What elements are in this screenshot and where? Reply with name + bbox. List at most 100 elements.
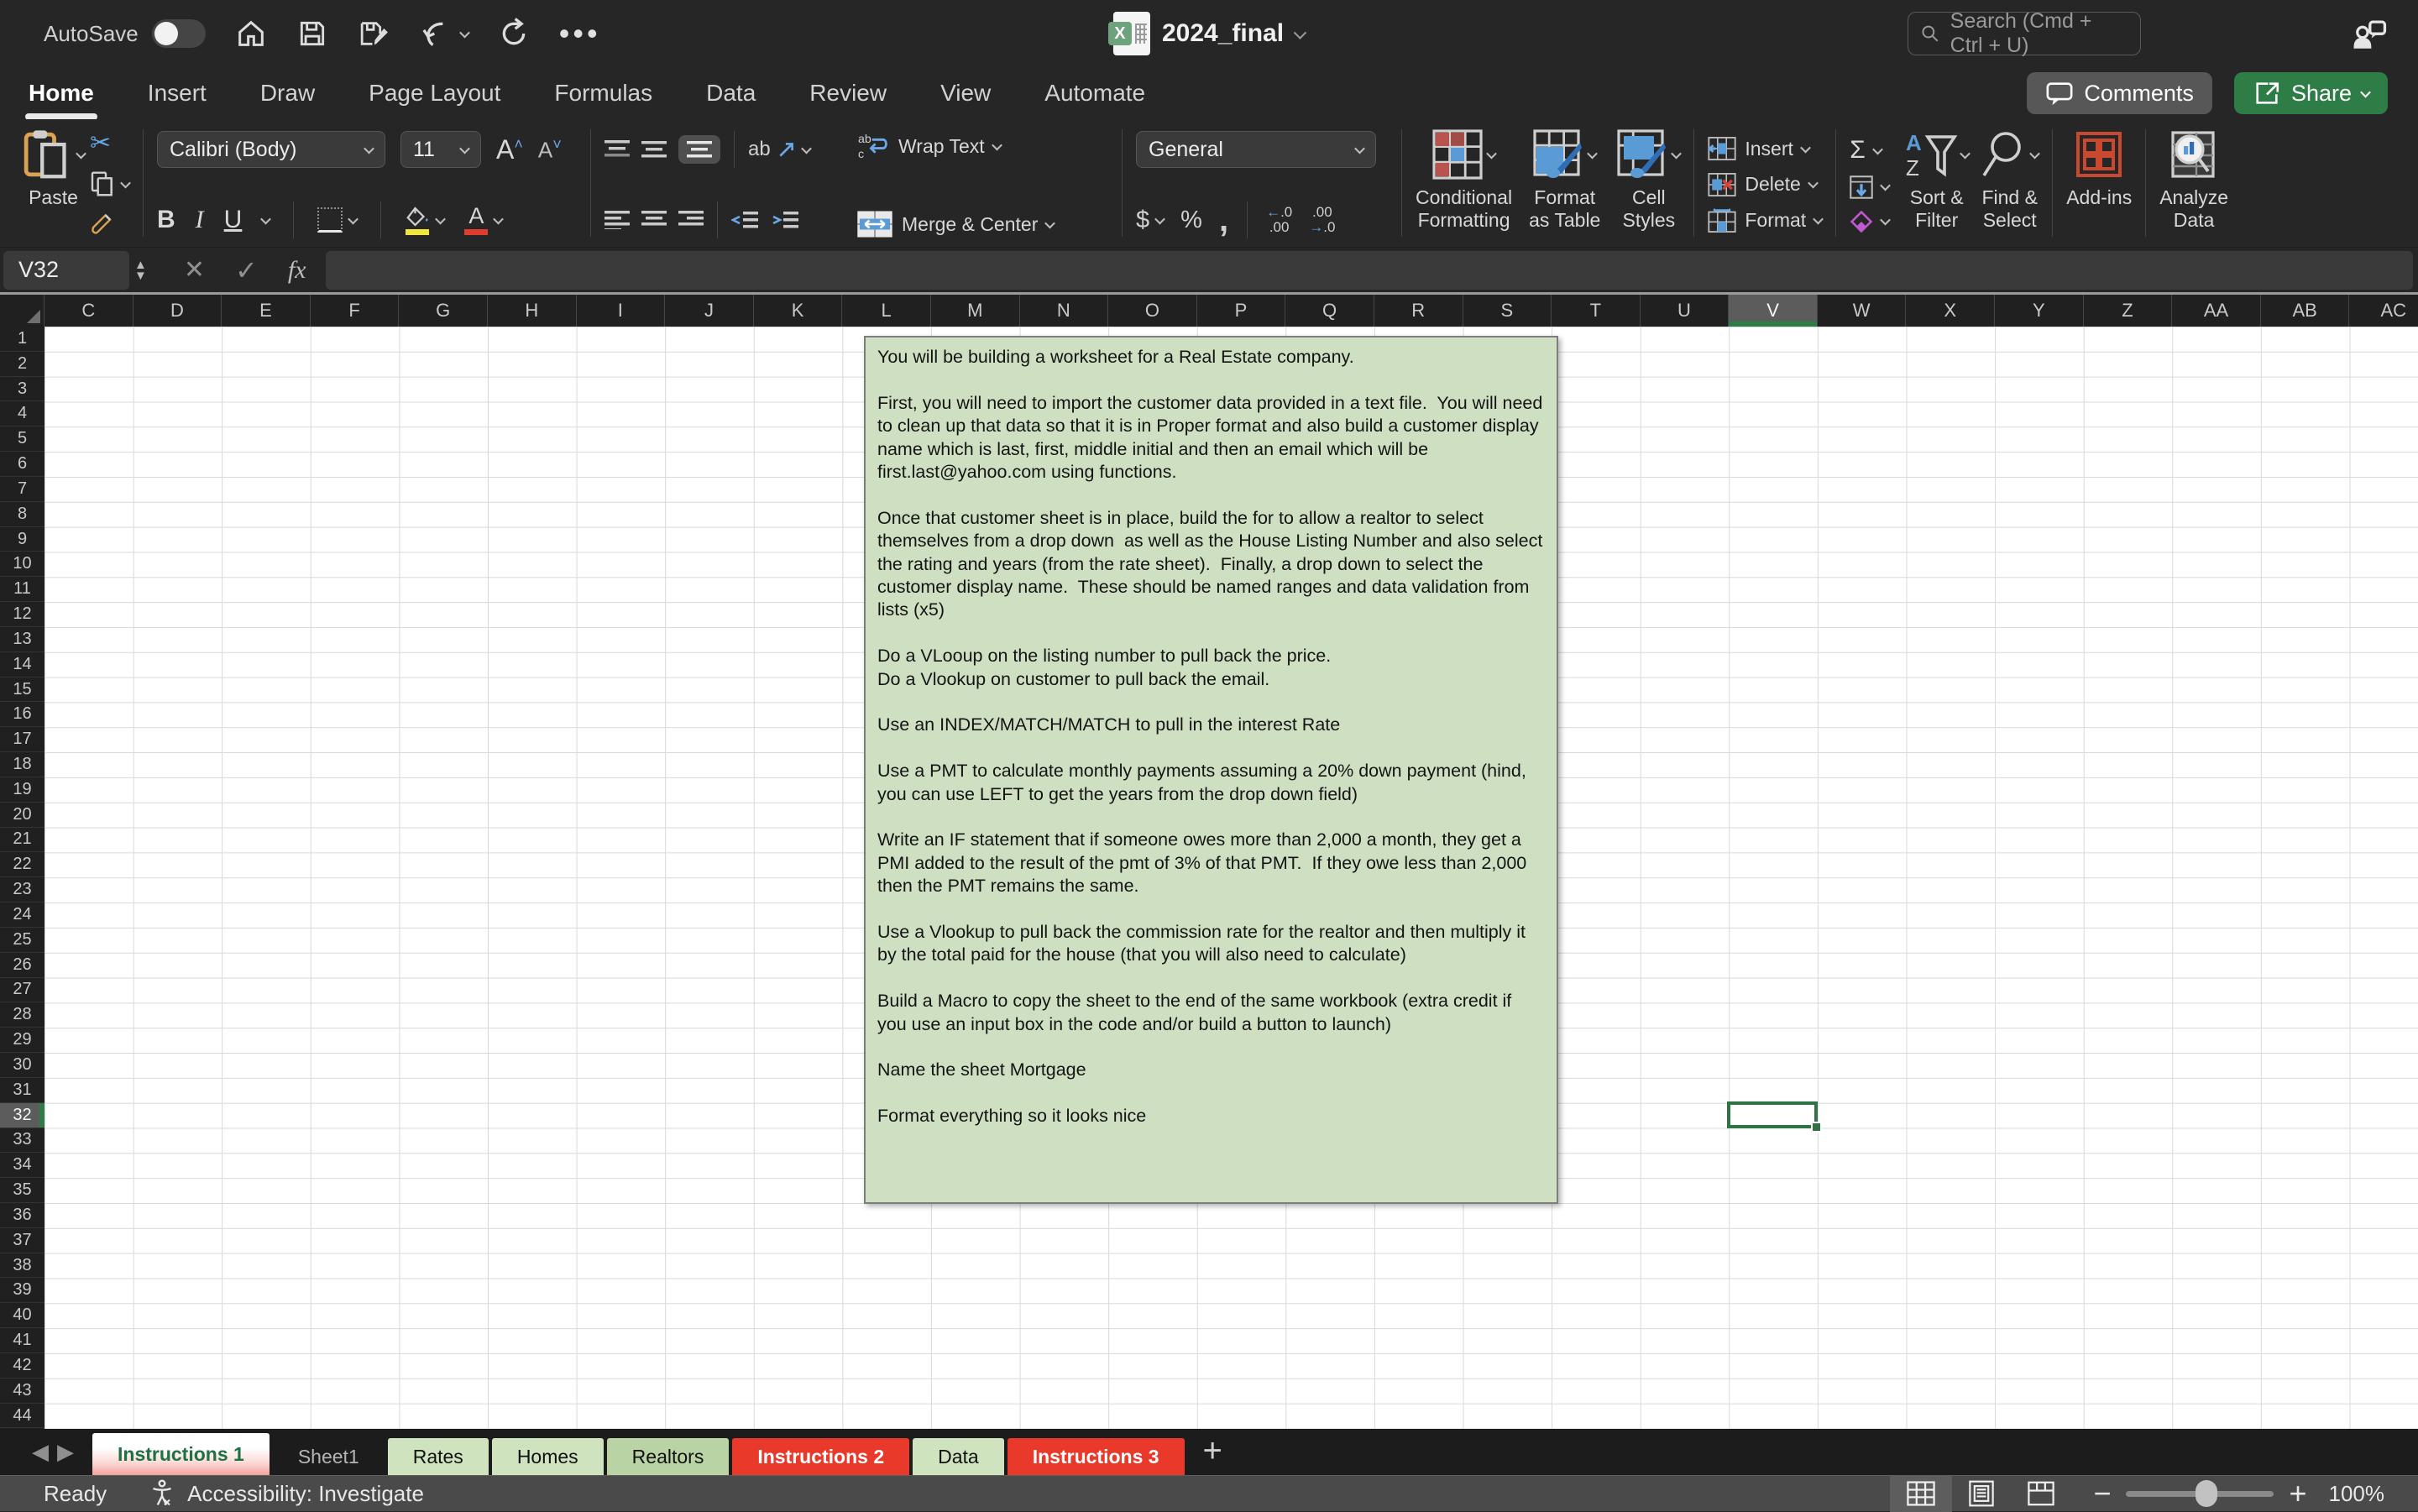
column-header-AB[interactable]: AB <box>2261 295 2350 327</box>
align-bottom-icon[interactable] <box>678 135 720 164</box>
accessibility-icon[interactable] <box>147 1478 177 1509</box>
currency-format-icon[interactable]: $ <box>1136 207 1164 234</box>
row-header-26[interactable]: 26 <box>0 953 44 978</box>
column-header-X[interactable]: X <box>1906 295 1995 327</box>
column-header-Z[interactable]: Z <box>2084 295 2173 327</box>
underline-options-chevron[interactable] <box>260 213 271 224</box>
row-header-29[interactable]: 29 <box>0 1028 44 1053</box>
comma-format-icon[interactable]: , <box>1219 212 1228 228</box>
column-header-F[interactable]: F <box>311 295 400 327</box>
column-header-O[interactable]: O <box>1108 295 1197 327</box>
sort-filter-button[interactable]: AZ Sort & Filter <box>1904 119 1969 247</box>
row-header-21[interactable]: 21 <box>0 828 44 853</box>
row-header-32[interactable]: 32 <box>0 1103 44 1128</box>
autosave-toggle[interactable] <box>152 19 206 48</box>
merge-center-button[interactable]: Merge & Center <box>856 210 1108 238</box>
enter-icon[interactable]: ✓ <box>235 254 258 286</box>
align-top-icon[interactable] <box>604 140 630 159</box>
column-header-AA[interactable]: AA <box>2172 295 2261 327</box>
column-header-K[interactable]: K <box>754 295 843 327</box>
underline-button[interactable]: U <box>224 206 243 234</box>
redo-icon[interactable] <box>497 17 531 50</box>
accessibility-status[interactable]: Accessibility: Investigate <box>187 1481 424 1507</box>
borders-icon[interactable] <box>317 207 357 233</box>
row-header-28[interactable]: 28 <box>0 1002 44 1028</box>
ribbon-tab-automate[interactable]: Automate <box>1043 75 1147 112</box>
contact-presence-icon[interactable] <box>2349 17 2388 54</box>
addins-button[interactable]: Add-ins <box>2066 119 2132 247</box>
align-middle-icon[interactable] <box>641 140 667 159</box>
row-header-43[interactable]: 43 <box>0 1379 44 1404</box>
number-format-select[interactable]: General <box>1136 131 1376 168</box>
sheet-tab-instructions-1[interactable]: Instructions 1 <box>92 1433 270 1475</box>
undo-icon[interactable] <box>419 17 468 50</box>
row-header-31[interactable]: 31 <box>0 1078 44 1103</box>
analyze-data-button[interactable]: Analyze Data <box>2159 119 2228 247</box>
row-header-18[interactable]: 18 <box>0 752 44 777</box>
save-icon[interactable] <box>296 18 328 50</box>
row-header-13[interactable]: 13 <box>0 627 44 652</box>
row-header-44[interactable]: 44 <box>0 1404 44 1429</box>
row-header-34[interactable]: 34 <box>0 1153 44 1178</box>
name-box-spinner[interactable]: ▲▼ <box>134 259 147 281</box>
row-header-4[interactable]: 4 <box>0 401 44 426</box>
selected-cell[interactable] <box>1727 1101 1818 1128</box>
cut-icon[interactable]: ✂ <box>90 131 129 156</box>
column-header-H[interactable]: H <box>488 295 577 327</box>
row-header-20[interactable]: 20 <box>0 803 44 828</box>
column-header-J[interactable]: J <box>665 295 754 327</box>
format-cells-button[interactable]: Format <box>1708 208 1822 233</box>
column-header-V[interactable]: V <box>1729 295 1818 327</box>
column-header-G[interactable]: G <box>399 295 488 327</box>
page-break-view-icon[interactable] <box>2011 1478 2071 1509</box>
column-header-Y[interactable]: Y <box>1995 295 2084 327</box>
font-color-icon[interactable]: A <box>464 205 502 235</box>
align-right-icon[interactable] <box>678 211 704 229</box>
copy-icon[interactable] <box>90 170 129 197</box>
row-header-22[interactable]: 22 <box>0 852 44 877</box>
sheet-tab-sheet1[interactable]: Sheet1 <box>273 1438 385 1475</box>
zoom-slider[interactable] <box>2126 1491 2274 1497</box>
decrease-decimal-icon[interactable]: .00→.0 <box>1309 205 1335 235</box>
bold-button[interactable]: B <box>157 206 175 234</box>
decrease-indent-icon[interactable] <box>731 210 760 230</box>
align-left-icon[interactable] <box>604 211 630 229</box>
column-header-R[interactable]: R <box>1374 295 1463 327</box>
row-header-8[interactable]: 8 <box>0 502 44 527</box>
zoom-slider-thumb[interactable] <box>2196 1480 2217 1507</box>
row-header-2[interactable]: 2 <box>0 352 44 377</box>
column-header-M[interactable]: M <box>931 295 1020 327</box>
more-commands-icon[interactable]: ••• <box>559 16 601 51</box>
sheet-tab-data[interactable]: Data <box>913 1438 1004 1475</box>
select-all-corner[interactable] <box>0 295 44 327</box>
row-header-27[interactable]: 27 <box>0 978 44 1003</box>
autosum-button[interactable]: Σ <box>1850 136 1889 165</box>
normal-view-icon[interactable] <box>1890 1476 1952 1512</box>
prev-sheet-icon[interactable]: ◀ <box>32 1439 49 1465</box>
row-header-7[interactable]: 7 <box>0 477 44 502</box>
sheet-tab-instructions-3[interactable]: Instructions 3 <box>1008 1438 1185 1475</box>
zoom-out-icon[interactable]: − <box>2093 1476 2111 1511</box>
instructions-textbox[interactable]: You will be building a worksheet for a R… <box>864 336 1558 1204</box>
ribbon-tab-home[interactable]: Home <box>27 75 96 112</box>
sheet-tab-instructions-2[interactable]: Instructions 2 <box>732 1438 909 1475</box>
font-name-select[interactable]: Calibri (Body) <box>157 131 385 168</box>
ribbon-tab-view[interactable]: View <box>939 75 992 112</box>
fill-handle[interactable] <box>1811 1122 1822 1133</box>
ribbon-tab-formulas[interactable]: Formulas <box>552 75 654 112</box>
percent-format-icon[interactable]: % <box>1180 207 1202 234</box>
paste-button[interactable]: Paste <box>22 119 85 247</box>
orientation-icon[interactable]: ab <box>748 138 810 161</box>
cell-styles-button[interactable]: Cell Styles <box>1617 119 1680 247</box>
wrap-text-button[interactable]: abc Wrap Text <box>856 131 1108 161</box>
row-header-24[interactable]: 24 <box>0 902 44 928</box>
fill-button[interactable] <box>1850 175 1889 199</box>
home-icon[interactable] <box>234 17 268 50</box>
increase-font-icon[interactable]: A˄ <box>496 134 523 165</box>
row-header-1[interactable]: 1 <box>0 327 44 352</box>
row-header-17[interactable]: 17 <box>0 727 44 752</box>
delete-cells-button[interactable]: Delete <box>1708 172 1822 197</box>
align-center-icon[interactable] <box>641 211 667 229</box>
column-header-L[interactable]: L <box>842 295 931 327</box>
zoom-in-icon[interactable]: + <box>2289 1476 2306 1511</box>
